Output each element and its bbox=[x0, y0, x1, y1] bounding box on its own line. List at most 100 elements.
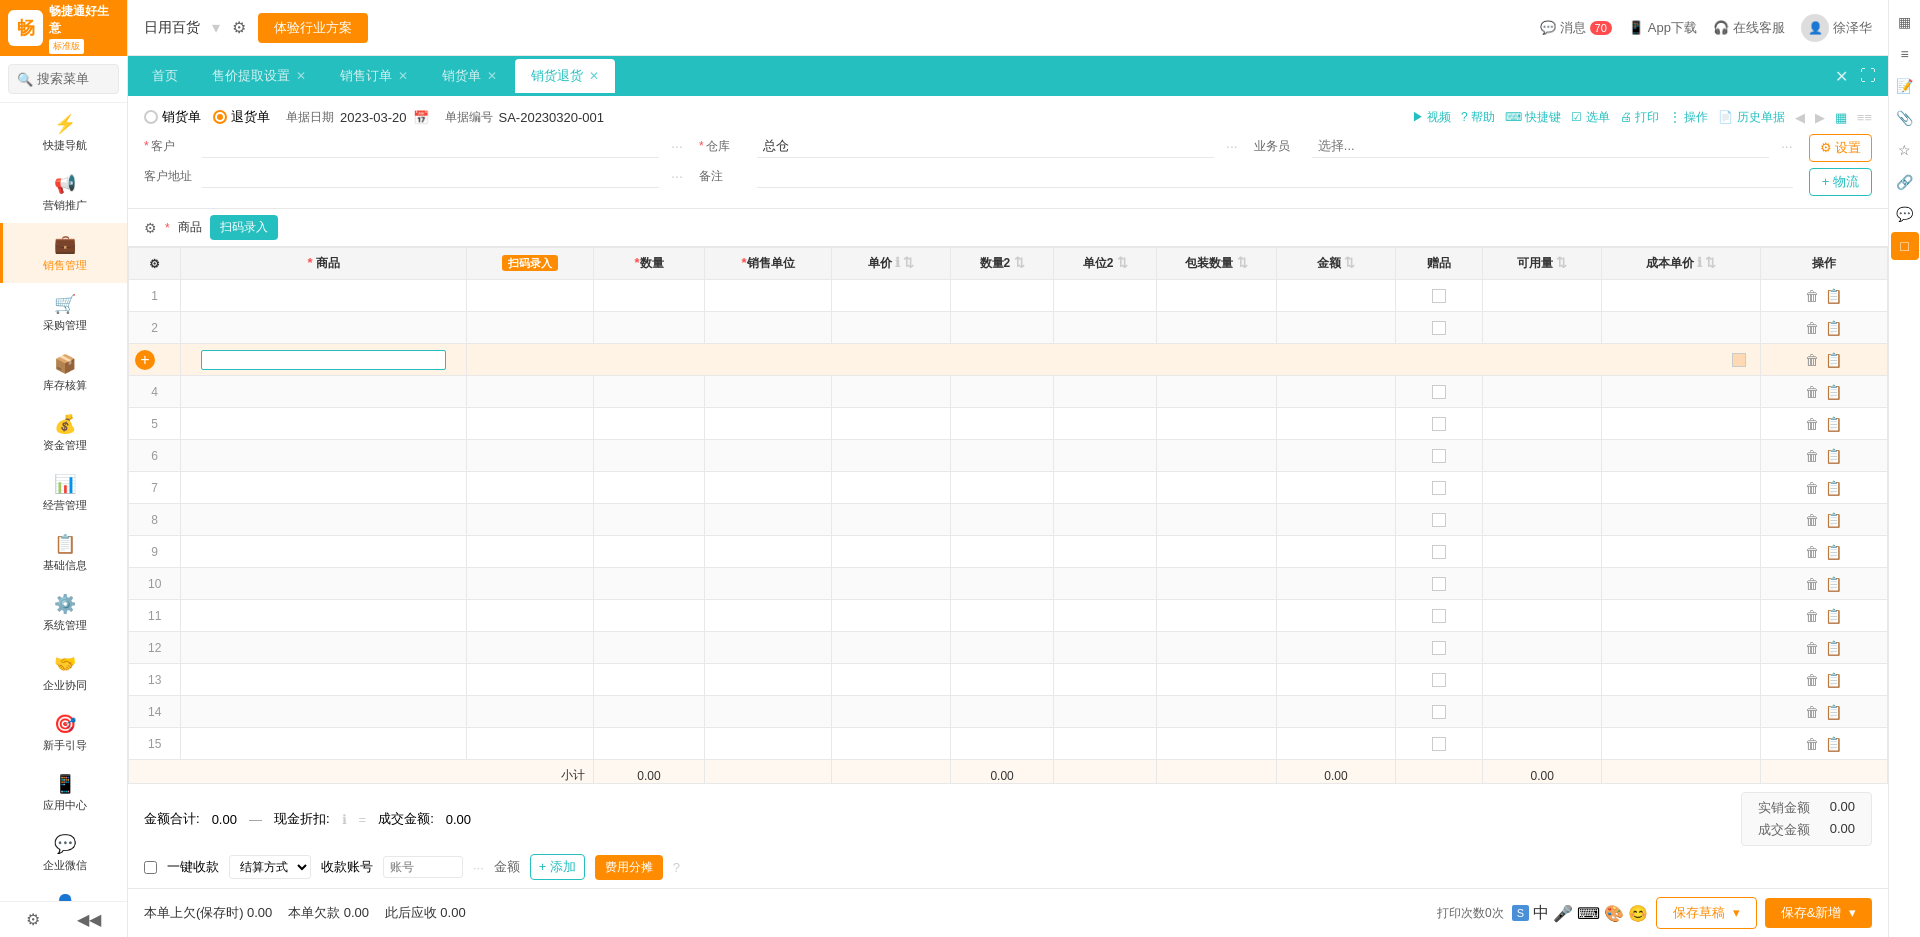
gift-checkbox-11[interactable] bbox=[1432, 609, 1446, 623]
save-draft-btn[interactable]: 保存草稿 ▾ bbox=[1656, 897, 1757, 929]
available-sort-icon[interactable]: ⇅ bbox=[1556, 255, 1567, 270]
mic-icon[interactable]: 🎤 bbox=[1553, 904, 1573, 923]
sidebar-item-inventory[interactable]: 📦 库存核算 bbox=[0, 343, 127, 403]
right-icon-orange[interactable]: □ bbox=[1891, 232, 1919, 260]
delete-row-12[interactable]: 🗑 bbox=[1805, 640, 1819, 656]
close-tab-action[interactable]: ✕ bbox=[1831, 63, 1852, 90]
sidebar-item-sales[interactable]: 💼 销售管理 bbox=[0, 223, 127, 283]
save-draft-dropdown-icon[interactable]: ▾ bbox=[1733, 905, 1740, 920]
delete-row-5[interactable]: 🗑 bbox=[1805, 416, 1819, 432]
gift-checkbox-12[interactable] bbox=[1432, 641, 1446, 655]
delete-row-14[interactable]: 🗑 bbox=[1805, 704, 1819, 720]
save-new-dropdown-icon[interactable]: ▾ bbox=[1849, 905, 1856, 920]
expand-tab-action[interactable]: ⛶ bbox=[1856, 63, 1880, 90]
unit2-cell-2[interactable] bbox=[1054, 312, 1157, 344]
gift-checkbox-15[interactable] bbox=[1432, 737, 1446, 751]
toolbar-operate[interactable]: ⋮ 操作 bbox=[1669, 109, 1708, 126]
message-btn[interactable]: 💬 消息 70 bbox=[1540, 19, 1612, 37]
unit-cell-2[interactable] bbox=[705, 312, 832, 344]
right-icon-chat[interactable]: 💬 bbox=[1891, 200, 1919, 228]
price-cell-1[interactable] bbox=[832, 280, 951, 312]
customer-more-icon[interactable]: ··· bbox=[671, 138, 683, 154]
right-icon-star[interactable]: ☆ bbox=[1891, 136, 1919, 164]
qty2-cell-2[interactable] bbox=[951, 312, 1054, 344]
toolbar-grid-view[interactable]: ▦ bbox=[1835, 110, 1847, 125]
sidebar-item-business[interactable]: 📊 经营管理 bbox=[0, 463, 127, 523]
tab-sales-order[interactable]: 销售订单 ✕ bbox=[324, 59, 424, 93]
unit2-cell-1[interactable] bbox=[1054, 280, 1157, 312]
tab-home[interactable]: 首页 bbox=[136, 59, 194, 93]
zh-icon[interactable]: 中 bbox=[1533, 903, 1549, 924]
keyboard-icon[interactable]: ⌨ bbox=[1577, 904, 1600, 923]
gift-cell-2[interactable] bbox=[1395, 312, 1482, 344]
skin-icon[interactable]: 🎨 bbox=[1604, 904, 1624, 923]
gift-checkbox-4[interactable] bbox=[1432, 385, 1446, 399]
copy-row-13[interactable]: 📋 bbox=[1825, 672, 1842, 688]
add-row-btn[interactable]: + bbox=[135, 350, 155, 370]
gift-cell-1[interactable] bbox=[1395, 280, 1482, 312]
calendar-icon[interactable]: 📅 bbox=[413, 110, 429, 125]
toolbar-history[interactable]: 📄 历史单据 bbox=[1718, 109, 1784, 126]
pack-cell-1[interactable] bbox=[1157, 280, 1277, 312]
expense-btn[interactable]: 费用分摊 bbox=[595, 855, 663, 880]
delete-row-6[interactable]: 🗑 bbox=[1805, 448, 1819, 464]
pack-cell-2[interactable] bbox=[1157, 312, 1277, 344]
gift-checkbox-5[interactable] bbox=[1432, 417, 1446, 431]
product-input-3[interactable] bbox=[201, 350, 446, 370]
pack-sort-icon[interactable]: ⇅ bbox=[1237, 255, 1248, 270]
topbar-setting-icon[interactable]: ⚙ bbox=[232, 18, 246, 37]
delete-row-1[interactable]: 🗑 bbox=[1805, 288, 1819, 304]
sidebar-item-wechat[interactable]: 💬 企业微信 bbox=[0, 823, 127, 883]
topbar-dropdown-icon[interactable]: ▾ bbox=[212, 18, 220, 37]
copy-row-5[interactable]: 📋 bbox=[1825, 416, 1842, 432]
delete-row-4[interactable]: 🗑 bbox=[1805, 384, 1819, 400]
radio-sales[interactable]: 销货单 bbox=[144, 108, 201, 126]
sidebar-item-quick-nav[interactable]: ⚡ 快捷导航 bbox=[0, 103, 127, 163]
search-menu-button[interactable]: 🔍 搜索菜单 bbox=[8, 64, 119, 94]
copy-row-3[interactable]: 📋 bbox=[1825, 352, 1842, 368]
right-icon-table[interactable]: ▦ bbox=[1891, 8, 1919, 36]
gift-checkbox-6[interactable] bbox=[1432, 449, 1446, 463]
toolbar-list-view[interactable]: ≡≡ bbox=[1857, 110, 1872, 125]
sidebar-item-apps[interactable]: 📱 应用中心 bbox=[0, 763, 127, 823]
one-click-payment-checkbox[interactable] bbox=[144, 861, 157, 874]
copy-row-8[interactable]: 📋 bbox=[1825, 512, 1842, 528]
customer-service-btn[interactable]: 🎧 在线客服 bbox=[1713, 19, 1785, 37]
copy-row-11[interactable]: 📋 bbox=[1825, 608, 1842, 624]
copy-row-10[interactable]: 📋 bbox=[1825, 576, 1842, 592]
price-cell-2[interactable] bbox=[832, 312, 951, 344]
settlement-method-select[interactable]: 结算方式 bbox=[229, 855, 311, 879]
toolbar-next[interactable]: ▶ bbox=[1815, 110, 1825, 125]
gift-checkbox-8[interactable] bbox=[1432, 513, 1446, 527]
copy-row-15[interactable]: 📋 bbox=[1825, 736, 1842, 752]
copy-row-14[interactable]: 📋 bbox=[1825, 704, 1842, 720]
amount-sort-icon[interactable]: ⇅ bbox=[1344, 255, 1355, 270]
cost-cell-1[interactable] bbox=[1602, 280, 1761, 312]
delete-row-3[interactable]: 🗑 bbox=[1805, 352, 1819, 368]
sidebar-item-enterprise[interactable]: 🤝 企业协同 bbox=[0, 643, 127, 703]
delete-row-2[interactable]: 🗑 bbox=[1805, 320, 1819, 336]
copy-row-12[interactable]: 📋 bbox=[1825, 640, 1842, 656]
sidebar-item-newbie[interactable]: 🎯 新手引导 bbox=[0, 703, 127, 763]
sidebar-item-marketing[interactable]: 📢 营销推广 bbox=[0, 163, 127, 223]
unit-price-sort-icon[interactable]: ⇅ bbox=[903, 255, 914, 270]
customer-input[interactable] bbox=[202, 134, 659, 158]
salesperson-input[interactable] bbox=[1312, 134, 1769, 158]
sidebar-item-system[interactable]: ⚙️ 系统管理 bbox=[0, 583, 127, 643]
amount-cell-1[interactable] bbox=[1276, 280, 1395, 312]
logistics-btn[interactable]: + 物流 bbox=[1809, 168, 1872, 196]
unit2-sort-icon[interactable]: ⇅ bbox=[1117, 255, 1128, 270]
copy-row-2[interactable]: 📋 bbox=[1825, 320, 1842, 336]
delete-row-10[interactable]: 🗑 bbox=[1805, 576, 1819, 592]
app-download-btn[interactable]: 📱 App下载 bbox=[1628, 19, 1697, 37]
tab-close-sales-return[interactable]: ✕ bbox=[589, 69, 599, 83]
qty2-cell-1[interactable] bbox=[951, 280, 1054, 312]
product-cell-1[interactable] bbox=[181, 280, 467, 312]
unit-cell-1[interactable] bbox=[705, 280, 832, 312]
tab-close-sales-order[interactable]: ✕ bbox=[398, 69, 408, 83]
right-icon-list[interactable]: ≡ bbox=[1891, 40, 1919, 68]
toolbar-select[interactable]: ☑ 选单 bbox=[1571, 109, 1609, 126]
right-icon-link[interactable]: 🔗 bbox=[1891, 168, 1919, 196]
sidebar-item-basic[interactable]: 📋 基础信息 bbox=[0, 523, 127, 583]
qty2-sort-icon[interactable]: ⇅ bbox=[1014, 255, 1025, 270]
